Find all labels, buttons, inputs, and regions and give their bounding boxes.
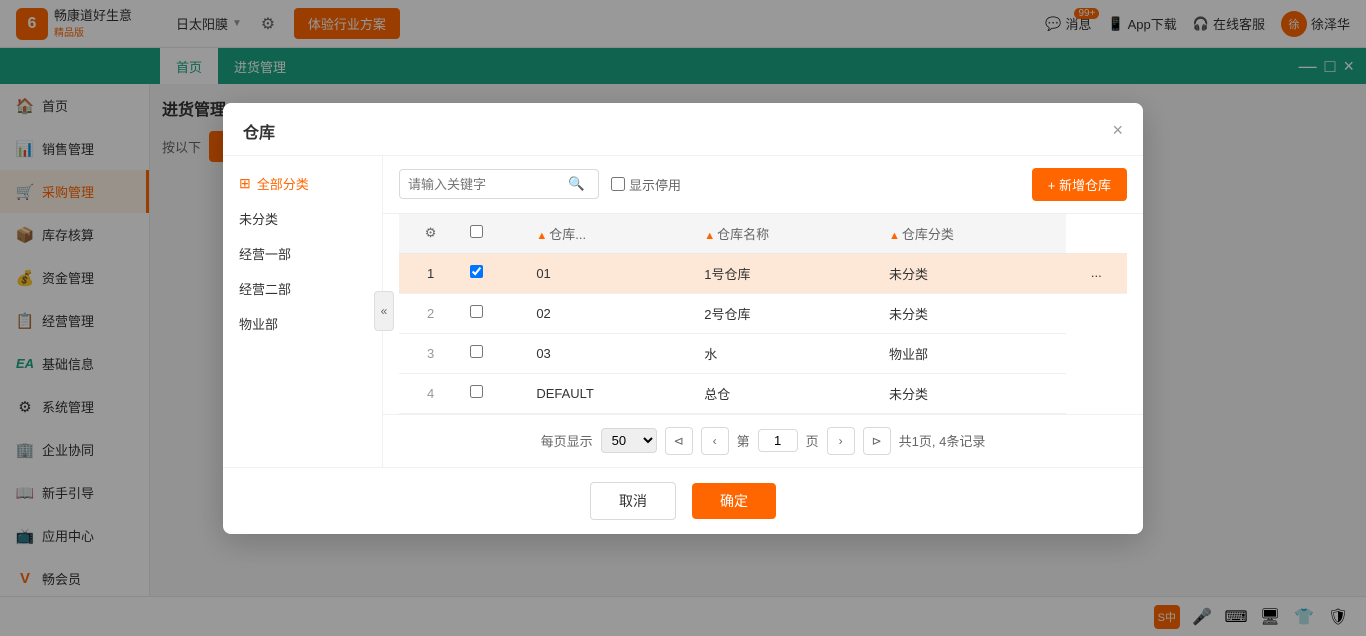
- table-row[interactable]: 1 01 1号仓库 未分类 ...: [399, 253, 1127, 293]
- th-category[interactable]: ▲仓库分类: [881, 214, 1066, 254]
- page-suffix: 页: [806, 431, 819, 450]
- cat-item-ops1[interactable]: 经营一部: [223, 236, 382, 271]
- row-checkbox[interactable]: [470, 385, 483, 398]
- cat-item-all[interactable]: ⊞ 全部分类: [223, 166, 382, 201]
- th-checkbox: [462, 214, 528, 254]
- category-sidebar: ⊞ 全部分类 未分类 经营一部 经营二部 物业部 «: [223, 156, 383, 467]
- row-code: DEFAULT: [528, 373, 696, 413]
- row-code: 01: [528, 253, 696, 293]
- row-name: 2号仓库: [696, 293, 881, 333]
- warehouse-table-wrap: ⚙ ▲仓库... ▲仓库名称 ▲仓库分类 1 01 1号仓库 未分类 ... 2: [383, 214, 1143, 414]
- page-label: 第: [737, 431, 750, 450]
- row-code: 02: [528, 293, 696, 333]
- row-checkbox-cell[interactable]: [462, 333, 528, 373]
- row-checkbox[interactable]: [470, 345, 483, 358]
- modal-main: 🔍 显示停用 + 新增仓库 ⚙: [383, 156, 1143, 467]
- modal-pagination: 每页显示 50 20 100 ⊲ ‹ 第 页 › ⊳ 共1页, 4条记录: [383, 414, 1143, 467]
- row-checkbox[interactable]: [470, 305, 483, 318]
- modal-title: 仓库: [243, 119, 275, 143]
- cat-item-prop[interactable]: 物业部: [223, 306, 382, 341]
- row-code: 03: [528, 333, 696, 373]
- th-settings: ⚙: [399, 214, 462, 254]
- modal-overlay[interactable]: 仓库 × ⊞ 全部分类 未分类 经营一部 经营二部: [0, 0, 1366, 636]
- modal-close-button[interactable]: ×: [1112, 120, 1123, 141]
- per-page-label: 每页显示: [541, 431, 593, 450]
- modal-footer: 取消 确定: [223, 467, 1143, 534]
- th-code[interactable]: ▲仓库...: [528, 214, 696, 254]
- row-category: 未分类: [881, 293, 1066, 333]
- row-category: 未分类: [881, 253, 1066, 293]
- row-checkbox[interactable]: [470, 265, 483, 278]
- row-num: 4: [399, 373, 462, 413]
- warehouse-modal: 仓库 × ⊞ 全部分类 未分类 经营一部 经营二部: [223, 103, 1143, 534]
- row-actions[interactable]: ...: [1066, 253, 1127, 293]
- search-box: 🔍: [399, 169, 599, 199]
- search-input[interactable]: [400, 171, 560, 198]
- modal-body: ⊞ 全部分类 未分类 经营一部 经营二部 物业部 «: [223, 156, 1143, 467]
- show-disabled-label[interactable]: 显示停用: [611, 175, 681, 194]
- row-category: 未分类: [881, 373, 1066, 413]
- warehouse-table: ⚙ ▲仓库... ▲仓库名称 ▲仓库分类 1 01 1号仓库 未分类 ... 2: [399, 214, 1127, 414]
- page-input[interactable]: [758, 429, 798, 452]
- confirm-button[interactable]: 确定: [692, 483, 776, 519]
- th-name[interactable]: ▲仓库名称: [696, 214, 881, 254]
- row-checkbox-cell[interactable]: [462, 373, 528, 413]
- search-icon-button[interactable]: 🔍: [560, 170, 593, 198]
- add-warehouse-button[interactable]: + 新增仓库: [1032, 168, 1127, 201]
- row-num: 1: [399, 253, 462, 293]
- next-page-button[interactable]: ›: [827, 427, 855, 455]
- first-page-button[interactable]: ⊲: [665, 427, 693, 455]
- prev-page-button[interactable]: ‹: [701, 427, 729, 455]
- cat-item-ops2[interactable]: 经营二部: [223, 271, 382, 306]
- table-row[interactable]: 3 03 水 物业部: [399, 333, 1127, 373]
- table-row[interactable]: 2 02 2号仓库 未分类: [399, 293, 1127, 333]
- select-all-checkbox[interactable]: [470, 225, 483, 238]
- row-num: 2: [399, 293, 462, 333]
- per-page-select[interactable]: 50 20 100: [601, 428, 657, 453]
- cancel-button[interactable]: 取消: [590, 482, 676, 520]
- last-page-button[interactable]: ⊳: [863, 427, 891, 455]
- modal-header: 仓库 ×: [223, 103, 1143, 156]
- row-num: 3: [399, 333, 462, 373]
- total-info: 共1页, 4条记录: [899, 431, 986, 450]
- row-name: 1号仓库: [696, 253, 881, 293]
- row-category: 物业部: [881, 333, 1066, 373]
- cat-item-uncat[interactable]: 未分类: [223, 201, 382, 236]
- cat-collapse-button[interactable]: «: [374, 291, 394, 331]
- row-checkbox-cell[interactable]: [462, 253, 528, 293]
- row-checkbox-cell[interactable]: [462, 293, 528, 333]
- show-disabled-checkbox[interactable]: [611, 177, 625, 191]
- grid-icon: ⊞: [239, 175, 251, 192]
- table-row[interactable]: 4 DEFAULT 总仓 未分类: [399, 373, 1127, 413]
- row-name: 总仓: [696, 373, 881, 413]
- modal-toolbar: 🔍 显示停用 + 新增仓库: [383, 156, 1143, 214]
- row-name: 水: [696, 333, 881, 373]
